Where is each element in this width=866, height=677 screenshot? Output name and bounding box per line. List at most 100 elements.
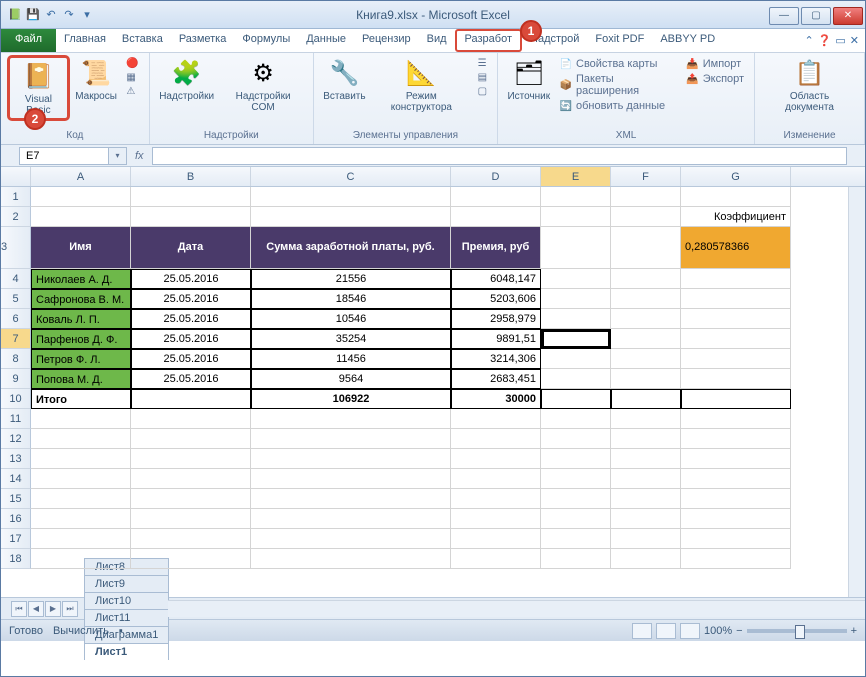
- cell-name[interactable]: Николаев А. Д.: [31, 269, 131, 289]
- header-salary[interactable]: Сумма заработной платы, руб.: [251, 227, 451, 269]
- addins-button[interactable]: 🧩Надстройки: [156, 55, 218, 104]
- cell-name[interactable]: Попова М. Д.: [31, 369, 131, 389]
- row-header[interactable]: 3: [1, 227, 31, 269]
- tab-file[interactable]: Файл: [1, 29, 56, 52]
- cell-bonus[interactable]: 6048,147: [451, 269, 541, 289]
- total-salary[interactable]: 106922: [251, 389, 451, 409]
- properties-button[interactable]: ☰: [476, 57, 489, 70]
- row-header[interactable]: 11: [1, 409, 31, 429]
- total-bonus[interactable]: 30000: [451, 389, 541, 409]
- cell-date[interactable]: 25.05.2016: [131, 369, 251, 389]
- cell-salary[interactable]: 35254: [251, 329, 451, 349]
- cell-bonus[interactable]: 2958,979: [451, 309, 541, 329]
- tab-home[interactable]: Главная: [56, 29, 114, 52]
- close-button[interactable]: ✕: [833, 7, 863, 25]
- cell-bonus[interactable]: 2683,451: [451, 369, 541, 389]
- row-header[interactable]: 5: [1, 289, 31, 309]
- macros-button[interactable]: 📜 Макросы: [72, 55, 121, 104]
- col-header-g[interactable]: G: [681, 167, 791, 186]
- header-date[interactable]: Дата: [131, 227, 251, 269]
- cell-salary[interactable]: 9564: [251, 369, 451, 389]
- record-macro-button[interactable]: 🔴: [124, 57, 140, 70]
- macro-record-icon[interactable]: ▪: [119, 625, 123, 637]
- refresh-data-button[interactable]: 🔄 обновить данные: [558, 99, 679, 113]
- cell-date[interactable]: 25.05.2016: [131, 289, 251, 309]
- zoom-out-button[interactable]: −: [736, 625, 742, 637]
- view-pagebreak-button[interactable]: [680, 623, 700, 639]
- tab-review[interactable]: Рецензир: [354, 29, 419, 52]
- zoom-slider[interactable]: [747, 629, 847, 633]
- col-header-c[interactable]: C: [251, 167, 451, 186]
- fx-label[interactable]: fx: [127, 150, 152, 162]
- name-box-dropdown[interactable]: ▾: [109, 147, 127, 165]
- cell-date[interactable]: 25.05.2016: [131, 309, 251, 329]
- row-header[interactable]: 10: [1, 389, 31, 409]
- row-header[interactable]: 9: [1, 369, 31, 389]
- cell-date[interactable]: 25.05.2016: [131, 269, 251, 289]
- horizontal-scrollbar[interactable]: [168, 600, 865, 617]
- source-button[interactable]: 🗂Источник: [504, 55, 553, 104]
- cell[interactable]: [541, 369, 611, 389]
- cell-date[interactable]: 25.05.2016: [131, 329, 251, 349]
- tab-insert[interactable]: Вставка: [114, 29, 171, 52]
- zoom-level[interactable]: 100%: [704, 625, 732, 637]
- map-properties-button[interactable]: 📄 Свойства карты: [558, 57, 679, 71]
- cell-name[interactable]: Сафронова В. М.: [31, 289, 131, 309]
- document-panel-button[interactable]: 📋Область документа: [761, 55, 858, 115]
- vertical-scrollbar[interactable]: [848, 187, 865, 597]
- zoom-in-button[interactable]: +: [851, 625, 857, 637]
- cell-salary[interactable]: 21556: [251, 269, 451, 289]
- row-header[interactable]: 12: [1, 429, 31, 449]
- name-box[interactable]: E7: [19, 147, 109, 165]
- window-controls-icon[interactable]: ▭: [835, 34, 845, 47]
- col-header-e[interactable]: E: [541, 167, 611, 186]
- cell[interactable]: [541, 349, 611, 369]
- cell-salary[interactable]: 10546: [251, 309, 451, 329]
- col-header-d[interactable]: D: [451, 167, 541, 186]
- redo-icon[interactable]: ↷: [61, 7, 77, 23]
- cell-salary[interactable]: 11456: [251, 349, 451, 369]
- cell-name[interactable]: Коваль Л. П.: [31, 309, 131, 329]
- row-header[interactable]: 8: [1, 349, 31, 369]
- row-header[interactable]: 16: [1, 509, 31, 529]
- row-header[interactable]: 14: [1, 469, 31, 489]
- row-header[interactable]: 1: [1, 187, 31, 207]
- cell-name[interactable]: Парфенов Д. Ф.: [31, 329, 131, 349]
- sheet-tab[interactable]: Лист11: [84, 609, 169, 626]
- minimize-button[interactable]: —: [769, 7, 799, 25]
- view-layout-button[interactable]: [656, 623, 676, 639]
- com-addins-button[interactable]: ⚙Надстройки COM: [219, 55, 306, 115]
- run-dialog-button[interactable]: ▢: [476, 85, 489, 98]
- insert-control-button[interactable]: 🔧Вставить: [320, 55, 369, 104]
- tab-developer[interactable]: Разработ: [455, 29, 522, 52]
- view-normal-button[interactable]: [632, 623, 652, 639]
- view-code-button[interactable]: ▤: [476, 71, 489, 84]
- qat-dropdown-icon[interactable]: ▾: [79, 7, 95, 23]
- undo-icon[interactable]: ↶: [43, 7, 59, 23]
- select-all-corner[interactable]: [1, 167, 31, 186]
- row-header[interactable]: 4: [1, 269, 31, 289]
- export-button[interactable]: 📤 Экспорт: [684, 72, 746, 86]
- row-header[interactable]: 15: [1, 489, 31, 509]
- sheet-nav-first[interactable]: ⏮: [11, 601, 27, 617]
- tab-foxit[interactable]: Foxit PDF: [587, 29, 652, 52]
- cell[interactable]: [541, 309, 611, 329]
- tab-data[interactable]: Данные: [298, 29, 354, 52]
- cell-salary[interactable]: 18546: [251, 289, 451, 309]
- cell-bonus[interactable]: 3214,306: [451, 349, 541, 369]
- relative-ref-button[interactable]: ▦: [124, 71, 140, 84]
- row-header[interactable]: 17: [1, 529, 31, 549]
- col-header-f[interactable]: F: [611, 167, 681, 186]
- row-header[interactable]: 7: [1, 329, 31, 349]
- cell-bonus[interactable]: 5203,606: [451, 289, 541, 309]
- total-label[interactable]: Итого: [31, 389, 131, 409]
- cell-bonus[interactable]: 9891,51: [451, 329, 541, 349]
- header-name[interactable]: Имя: [31, 227, 131, 269]
- cell[interactable]: [541, 269, 611, 289]
- row-header[interactable]: 2: [1, 207, 31, 227]
- cell[interactable]: [541, 289, 611, 309]
- tab-layout[interactable]: Разметка: [171, 29, 235, 52]
- save-icon[interactable]: 💾: [25, 7, 41, 23]
- coef-label[interactable]: Коэффициент: [681, 207, 791, 227]
- sheet-nav-prev[interactable]: ◀: [28, 601, 44, 617]
